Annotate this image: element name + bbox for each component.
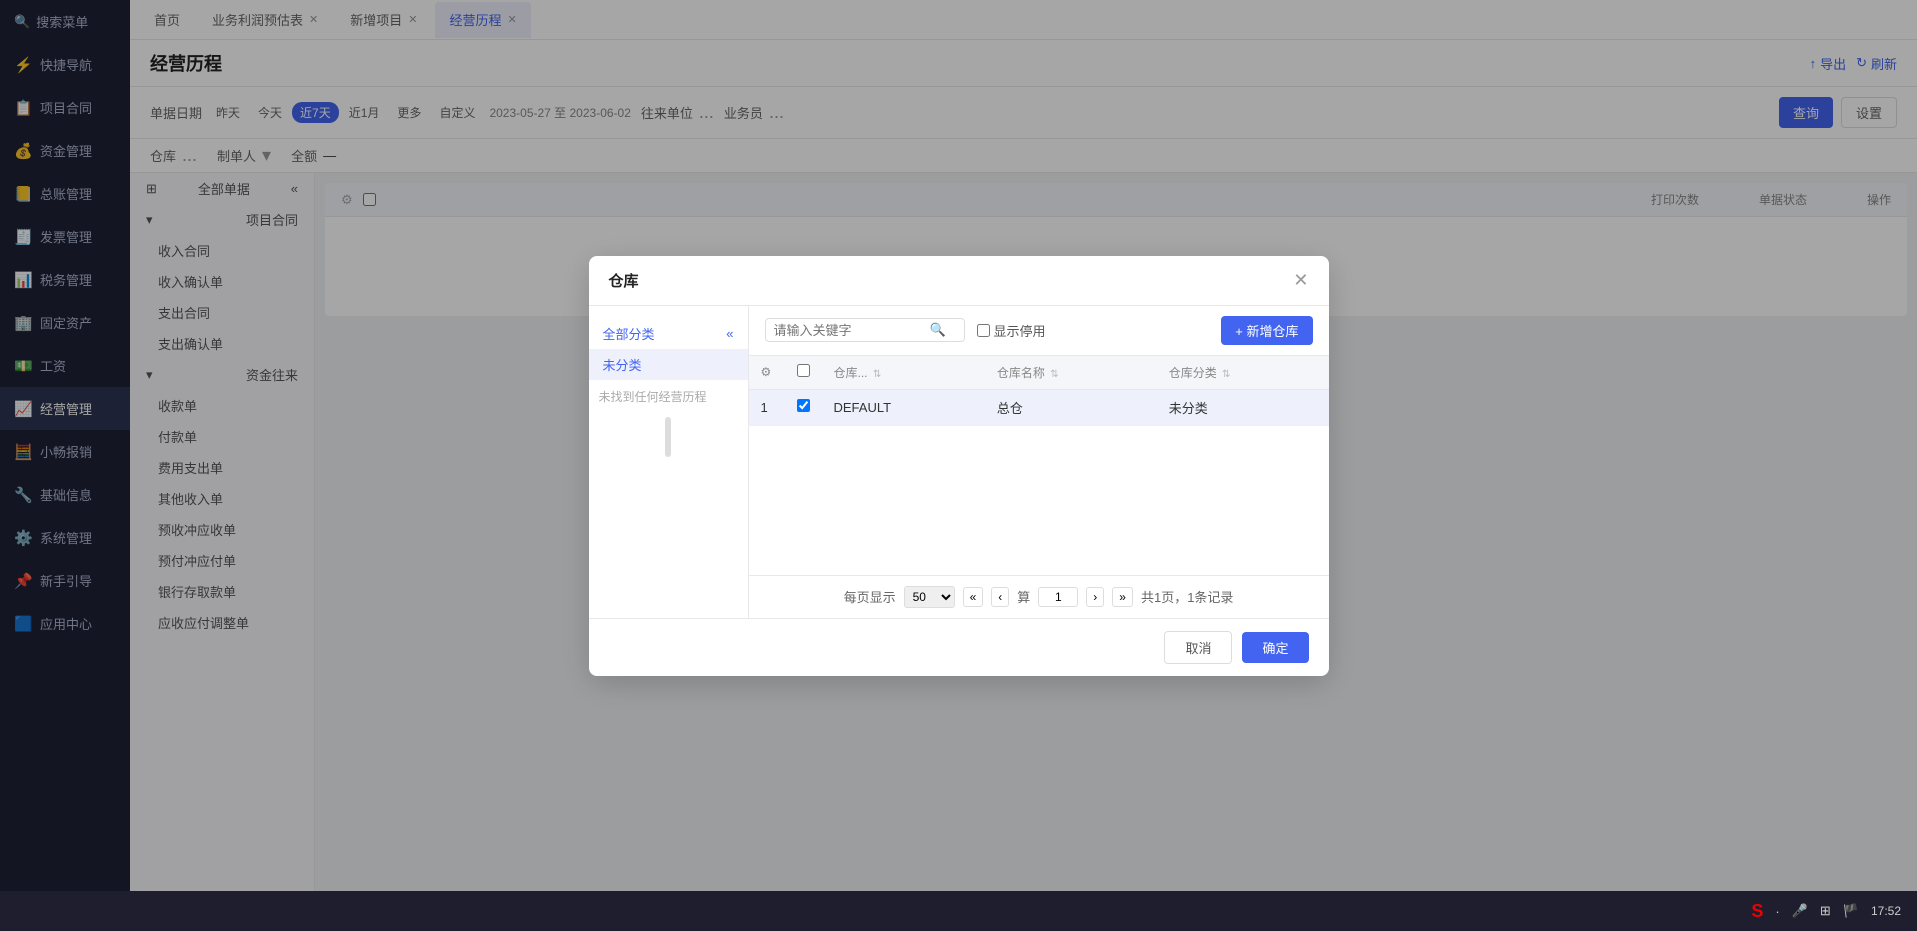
no-data-tip: 未找到任何经营历程 <box>589 380 748 413</box>
th-code[interactable]: 仓库... ⇅ <box>822 356 985 390</box>
modal-per-page-label: 每页显示 <box>844 587 896 606</box>
th-name[interactable]: 仓库名称 ⇅ <box>985 356 1157 390</box>
show-disabled-checkbox[interactable] <box>977 324 990 337</box>
taskbar-mic-icon: 🎤 <box>1792 903 1808 919</box>
sort-name-icon[interactable]: ⇅ <box>1050 369 1058 380</box>
modal-per-page-select[interactable]: 50 100 <box>904 586 955 608</box>
all-category-header[interactable]: 全部分类 « <box>589 318 748 349</box>
th-settings[interactable]: ⚙ <box>749 356 785 390</box>
modal-toolbar: 🔍 显示停用 + 新增仓库 <box>749 306 1329 356</box>
modal-total-info: 共1页，1条记录 <box>1141 587 1233 606</box>
table-header-row: ⚙ 仓库... ⇅ 仓库名称 ⇅ <box>749 356 1329 390</box>
row-id: 1 <box>749 389 785 425</box>
modal-content-panel: 🔍 显示停用 + 新增仓库 ⚙ <box>749 306 1329 618</box>
sort-cat-icon[interactable]: ⇅ <box>1222 369 1230 380</box>
modal-select-all[interactable] <box>797 364 810 377</box>
modal-search-icon: 🔍 <box>930 322 946 338</box>
modal-search-box[interactable]: 🔍 <box>765 318 965 342</box>
modal-page-input[interactable] <box>1038 587 1078 607</box>
taskbar-flag-icon: 🏴 <box>1843 903 1859 919</box>
modal-collapse-icon[interactable]: « <box>726 326 733 341</box>
show-disabled-label[interactable]: 显示停用 <box>977 321 1046 340</box>
modal-first-btn[interactable]: « <box>963 587 984 607</box>
taskbar: S · 🎤 ⊞ 🏴 17:52 <box>0 891 1917 931</box>
confirm-button[interactable]: 确定 <box>1242 632 1308 663</box>
uncategorized-item[interactable]: 未分类 <box>589 349 748 380</box>
modal-page-prefix: 算 <box>1017 587 1030 606</box>
th-category[interactable]: 仓库分类 ⇅ <box>1157 356 1329 390</box>
modal-title: 仓库 <box>609 270 639 291</box>
row-name: 总仓 <box>985 389 1157 425</box>
warehouse-table: ⚙ 仓库... ⇅ 仓库名称 ⇅ <box>749 356 1329 426</box>
add-warehouse-button[interactable]: + 新增仓库 <box>1221 316 1312 345</box>
modal-overlay: 仓库 ✕ 全部分类 « 未分类 未找到任何经营历程 <box>0 0 1917 931</box>
modal-next-btn[interactable]: › <box>1086 587 1104 607</box>
modal-pagination: 每页显示 50 100 « ‹ 算 › » 共1页，1条记录 <box>749 575 1329 618</box>
taskbar-logo: S <box>1751 901 1763 922</box>
row-code: DEFAULT <box>822 389 985 425</box>
show-disabled-text: 显示停用 <box>994 321 1046 340</box>
modal-search-input[interactable] <box>774 323 924 338</box>
row-category: 未分类 <box>1157 389 1329 425</box>
all-category-label: 全部分类 <box>603 324 655 343</box>
taskbar-dot1: · <box>1775 904 1779 919</box>
modal-footer: 取消 确定 <box>589 618 1329 676</box>
modal-prev-btn[interactable]: ‹ <box>991 587 1009 607</box>
modal-close-button[interactable]: ✕ <box>1293 270 1308 291</box>
modal-body: 全部分类 « 未分类 未找到任何经营历程 🔍 <box>589 306 1329 618</box>
row-checkbox[interactable] <box>785 389 822 425</box>
taskbar-grid-icon: ⊞ <box>1820 903 1831 919</box>
th-checkbox <box>785 356 822 390</box>
modal-category-panel: 全部分类 « 未分类 未找到任何经营历程 <box>589 306 749 618</box>
modal-header: 仓库 ✕ <box>589 256 1329 306</box>
cancel-button[interactable]: 取消 <box>1164 631 1232 664</box>
modal-last-btn[interactable]: » <box>1112 587 1133 607</box>
table-row[interactable]: 1 DEFAULT 总仓 未分类 <box>749 389 1329 425</box>
modal-table: ⚙ 仓库... ⇅ 仓库名称 ⇅ <box>749 356 1329 575</box>
sort-code-icon[interactable]: ⇅ <box>873 369 881 380</box>
warehouse-modal: 仓库 ✕ 全部分类 « 未分类 未找到任何经营历程 <box>589 256 1329 676</box>
taskbar-time: 17:52 <box>1871 904 1901 918</box>
